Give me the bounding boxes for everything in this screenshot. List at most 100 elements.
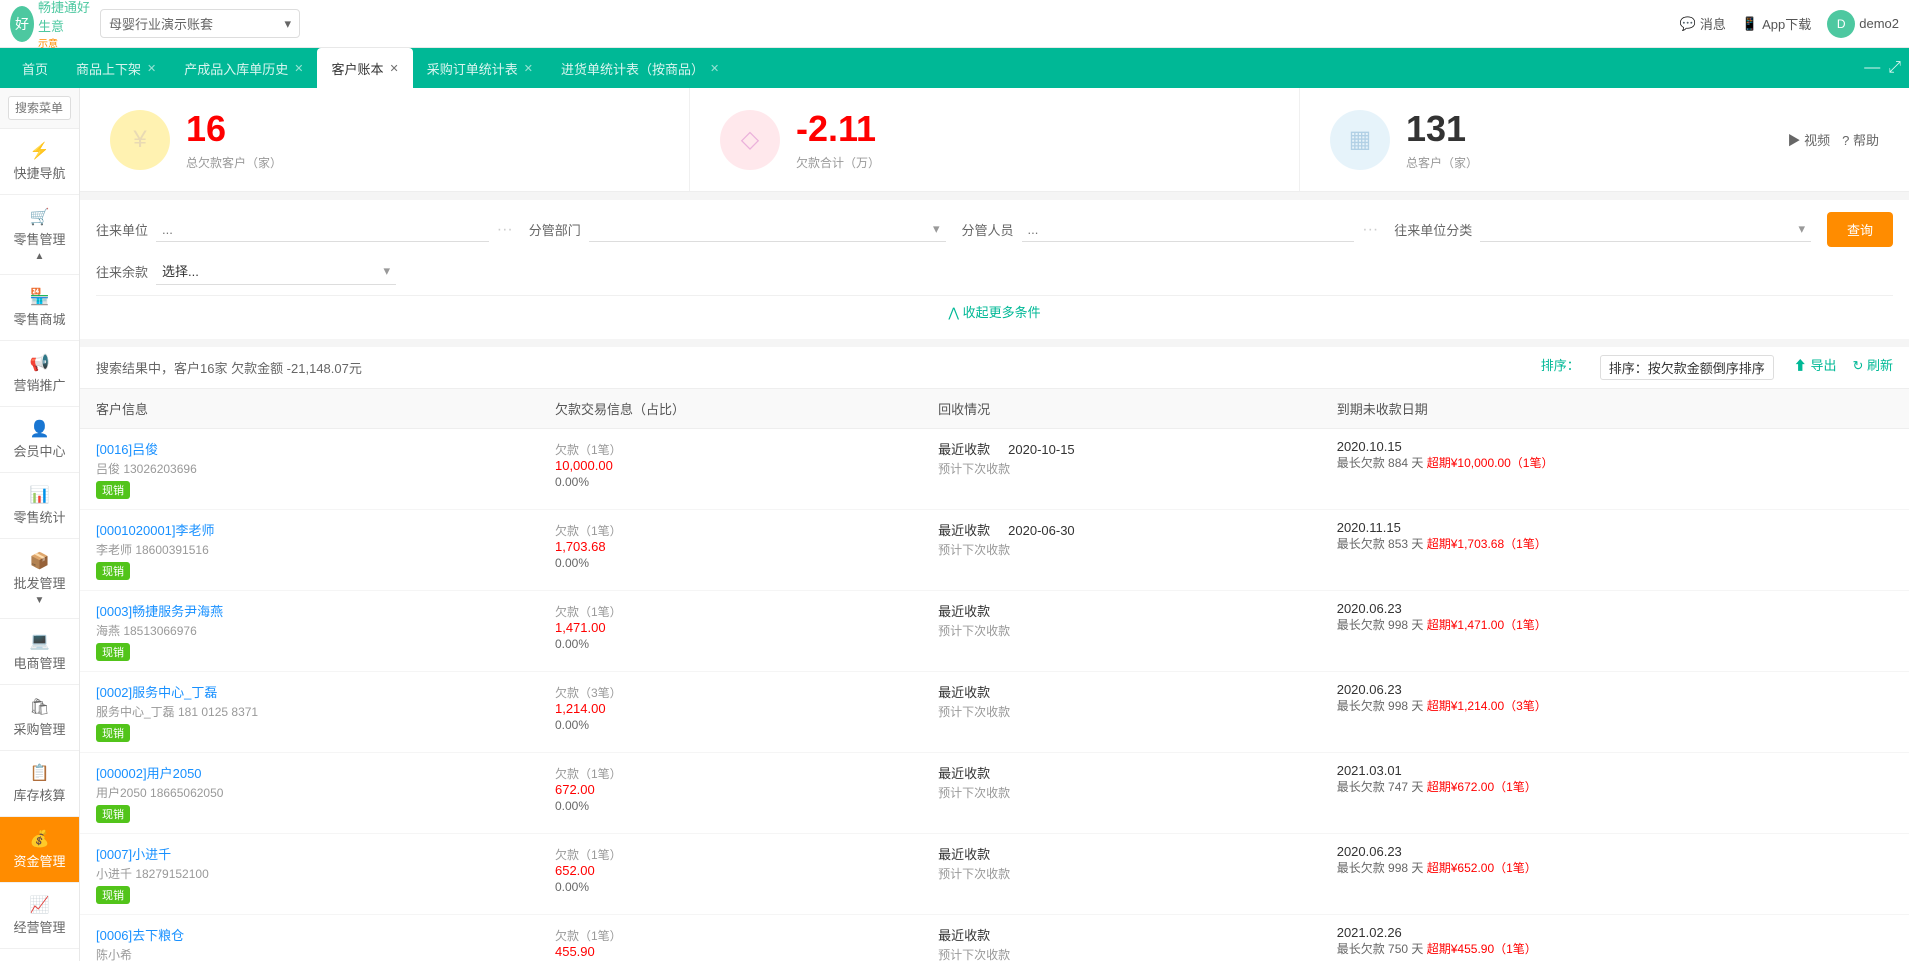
- video-icon: ▶: [1787, 133, 1800, 148]
- table-row: [0002]服务中心_丁磊 服务中心_丁磊 181 0125 8371 现销 欠…: [80, 672, 1909, 753]
- close-icon[interactable]: ✕: [710, 62, 719, 75]
- filter-balance-label: 往来余款: [96, 262, 148, 281]
- stat-total-customers-value: 131: [1406, 108, 1478, 150]
- filter-row-2: 往来余款 选择... ▾: [96, 257, 1893, 285]
- sidebar-item-marketing[interactable]: 📢 营销推广: [0, 341, 79, 407]
- overdue-amount-6[interactable]: 超期¥455.90（1笔）: [1427, 942, 1537, 956]
- customer-phone-0: 吕俊 13026203696: [96, 460, 523, 477]
- overdue-amount-2[interactable]: 超期¥1,471.00（1笔）: [1427, 618, 1547, 632]
- overdue-amount-4[interactable]: 超期¥672.00（1笔）: [1427, 780, 1537, 794]
- filter-dept-label: 分管部门: [529, 220, 581, 239]
- minimize-icon[interactable]: —: [1864, 59, 1880, 77]
- overdue-days-3: 最长欠款 998 天 超期¥1,214.00（3笔）: [1337, 697, 1893, 714]
- customer-name-0[interactable]: [0016]吕俊: [96, 442, 158, 457]
- debt-amount-5[interactable]: 652.00: [555, 863, 906, 878]
- close-icon[interactable]: ✕: [147, 62, 156, 75]
- sidebar-item-retail-mall[interactable]: 🏪 零售商城: [0, 275, 79, 341]
- customer-phone-4: 用户2050 18665062050: [96, 784, 523, 801]
- overdue-days-1: 最长欠款 853 天 超期¥1,703.68（1笔）: [1337, 535, 1893, 552]
- stat-total-customers: ▦ 131 总客户（家） ▶ 视频 ? 帮助: [1300, 88, 1909, 191]
- sidebar-item-basic-info[interactable]: ℹ 基础信息: [0, 949, 79, 961]
- close-icon[interactable]: ✕: [524, 62, 533, 75]
- filter-category-select[interactable]: ▾: [1480, 217, 1811, 242]
- refresh-icon: ↻: [1852, 358, 1863, 373]
- customer-name-1[interactable]: [0001020001]李老师: [96, 523, 215, 538]
- sidebar-item-inventory[interactable]: 📋 库存核算: [0, 751, 79, 817]
- customer-tag-0: 现销: [96, 481, 130, 499]
- collapse-filters-btn[interactable]: ⋀ 收起更多条件: [96, 295, 1893, 327]
- sidebar-item-retail-mgmt[interactable]: 🛒 零售管理 ▲: [0, 195, 79, 275]
- debt-amount-2[interactable]: 1,471.00: [555, 620, 906, 635]
- filter-row-1: 往来单位 ··· 分管部门 ▾ 分管人员 ··· 往来: [96, 212, 1893, 247]
- overdue-amount-1[interactable]: 超期¥1,703.68（1笔）: [1427, 537, 1547, 551]
- debt-amount-0[interactable]: 10,000.00: [555, 458, 906, 473]
- customer-tag-5: 现销: [96, 886, 130, 904]
- debt-amount-4[interactable]: 672.00: [555, 782, 906, 797]
- video-btn[interactable]: ▶ 视频: [1787, 130, 1830, 149]
- customer-phone-3: 服务中心_丁磊 181 0125 8371: [96, 703, 523, 720]
- tab-purchase-product-stats[interactable]: 进货单统计表（按商品） ✕: [547, 48, 733, 88]
- logo-icon: 好: [10, 6, 34, 42]
- quick-nav-icon: ⚡: [4, 141, 75, 161]
- tab-production-history[interactable]: 产成品入库单历史 ✕: [170, 48, 317, 88]
- sidebar-item-operations[interactable]: 📈 经营管理: [0, 883, 79, 949]
- user-menu[interactable]: D demo2: [1827, 10, 1899, 38]
- customer-phone-6: 陈小希: [96, 946, 523, 961]
- sidebar-item-finance[interactable]: 💰 资金管理: [0, 817, 79, 883]
- sidebar-item-wholesale[interactable]: 📦 批发管理 ▼: [0, 539, 79, 619]
- filter-dept-select[interactable]: ▾: [589, 217, 946, 242]
- results-bar: 搜索结果中，客户16家 欠款金额 -21,148.07元 排序： 排序：按欠款金…: [80, 347, 1909, 389]
- sort-selector[interactable]: 排序：按欠款金额倒序排序: [1600, 355, 1774, 380]
- filter-customer-input[interactable]: [156, 218, 489, 242]
- sidebar: ⚡ 快捷导航 🛒 零售管理 ▲ 🏪 零售商城 📢 营销推广 👤 会员中心 📊 零…: [0, 88, 80, 961]
- customer-name-6[interactable]: [0006]去下粮仓: [96, 928, 184, 943]
- retail-mgmt-icon: 🛒: [4, 207, 75, 227]
- next-collect-label-2: 预计下次收款: [938, 622, 1305, 639]
- sidebar-item-purchase[interactable]: 🛍 采购管理: [0, 685, 79, 751]
- maximize-icon[interactable]: ⤢: [1888, 59, 1901, 77]
- customer-name-4[interactable]: [000002]用户2050: [96, 766, 202, 781]
- filter-balance-select[interactable]: 选择... ▾: [156, 257, 396, 285]
- customer-name-2[interactable]: [0003]畅捷服务尹海燕: [96, 604, 223, 619]
- cell-collection-6: 最近收款 预计下次收款: [922, 915, 1321, 961]
- help-btn[interactable]: ? 帮助: [1842, 130, 1879, 149]
- tab-customer-account[interactable]: 客户账本 ✕: [317, 48, 412, 88]
- sidebar-item-quick-nav[interactable]: ⚡ 快捷导航: [0, 129, 79, 195]
- debt-amount-3[interactable]: 1,214.00: [555, 701, 906, 716]
- tab-home[interactable]: 首页: [8, 48, 62, 88]
- cell-debt-4: 欠款（1笔） 672.00 0.00%: [539, 753, 922, 834]
- filter-customer-dots[interactable]: ···: [497, 221, 513, 239]
- cell-collection-2: 最近收款 预计下次收款: [922, 591, 1321, 672]
- recent-collect-label-1: 最近收款 2020-06-30: [938, 520, 1305, 539]
- overdue-amount-0[interactable]: 超期¥10,000.00（1笔）: [1427, 456, 1554, 470]
- system-selector[interactable]: 母婴行业演示账套 ▾: [100, 9, 300, 38]
- close-icon[interactable]: ✕: [390, 62, 399, 75]
- search-button[interactable]: 查询: [1827, 212, 1893, 247]
- message-btn[interactable]: 💬 消息: [1680, 14, 1726, 33]
- debt-amount-1[interactable]: 1,703.68: [555, 539, 906, 554]
- debt-amount-6[interactable]: 455.90: [555, 944, 906, 959]
- refresh-btn[interactable]: ↻ 刷新: [1852, 355, 1893, 380]
- overdue-amount-5[interactable]: 超期¥652.00（1笔）: [1427, 861, 1537, 875]
- stat-debt-customers-label: 总欠款客户（家）: [186, 154, 282, 171]
- filter-person-dots[interactable]: ···: [1362, 221, 1378, 239]
- sort-label: 排序：: [1541, 355, 1580, 380]
- customer-name-5[interactable]: [0007]小进千: [96, 847, 171, 862]
- col-collection: 回收情况: [922, 389, 1321, 429]
- overdue-days-4: 最长欠款 747 天 超期¥672.00（1笔）: [1337, 778, 1893, 795]
- app-download-btn[interactable]: 📱 App下载: [1742, 14, 1811, 33]
- chevron-down-icon: ▾: [284, 16, 291, 32]
- customer-phone-1: 李老师 18600391516: [96, 541, 523, 558]
- filter-person-input[interactable]: [1022, 218, 1355, 242]
- sidebar-item-member[interactable]: 👤 会员中心: [0, 407, 79, 473]
- tab-product-onoff[interactable]: 商品上下架 ✕: [62, 48, 170, 88]
- sidebar-item-retail-stats[interactable]: 📊 零售统计: [0, 473, 79, 539]
- close-icon[interactable]: ✕: [294, 62, 303, 75]
- overdue-amount-3[interactable]: 超期¥1,214.00（3笔）: [1427, 699, 1547, 713]
- customer-name-3[interactable]: [0002]服务中心_丁磊: [96, 685, 217, 700]
- search-input[interactable]: [8, 96, 71, 120]
- export-btn[interactable]: ⬆ 导出: [1794, 355, 1837, 380]
- tab-purchase-stats[interactable]: 采购订单统计表 ✕: [413, 48, 547, 88]
- sidebar-item-ecommerce[interactable]: 💻 电商管理: [0, 619, 79, 685]
- overdue-days-2: 最长欠款 998 天 超期¥1,471.00（1笔）: [1337, 616, 1893, 633]
